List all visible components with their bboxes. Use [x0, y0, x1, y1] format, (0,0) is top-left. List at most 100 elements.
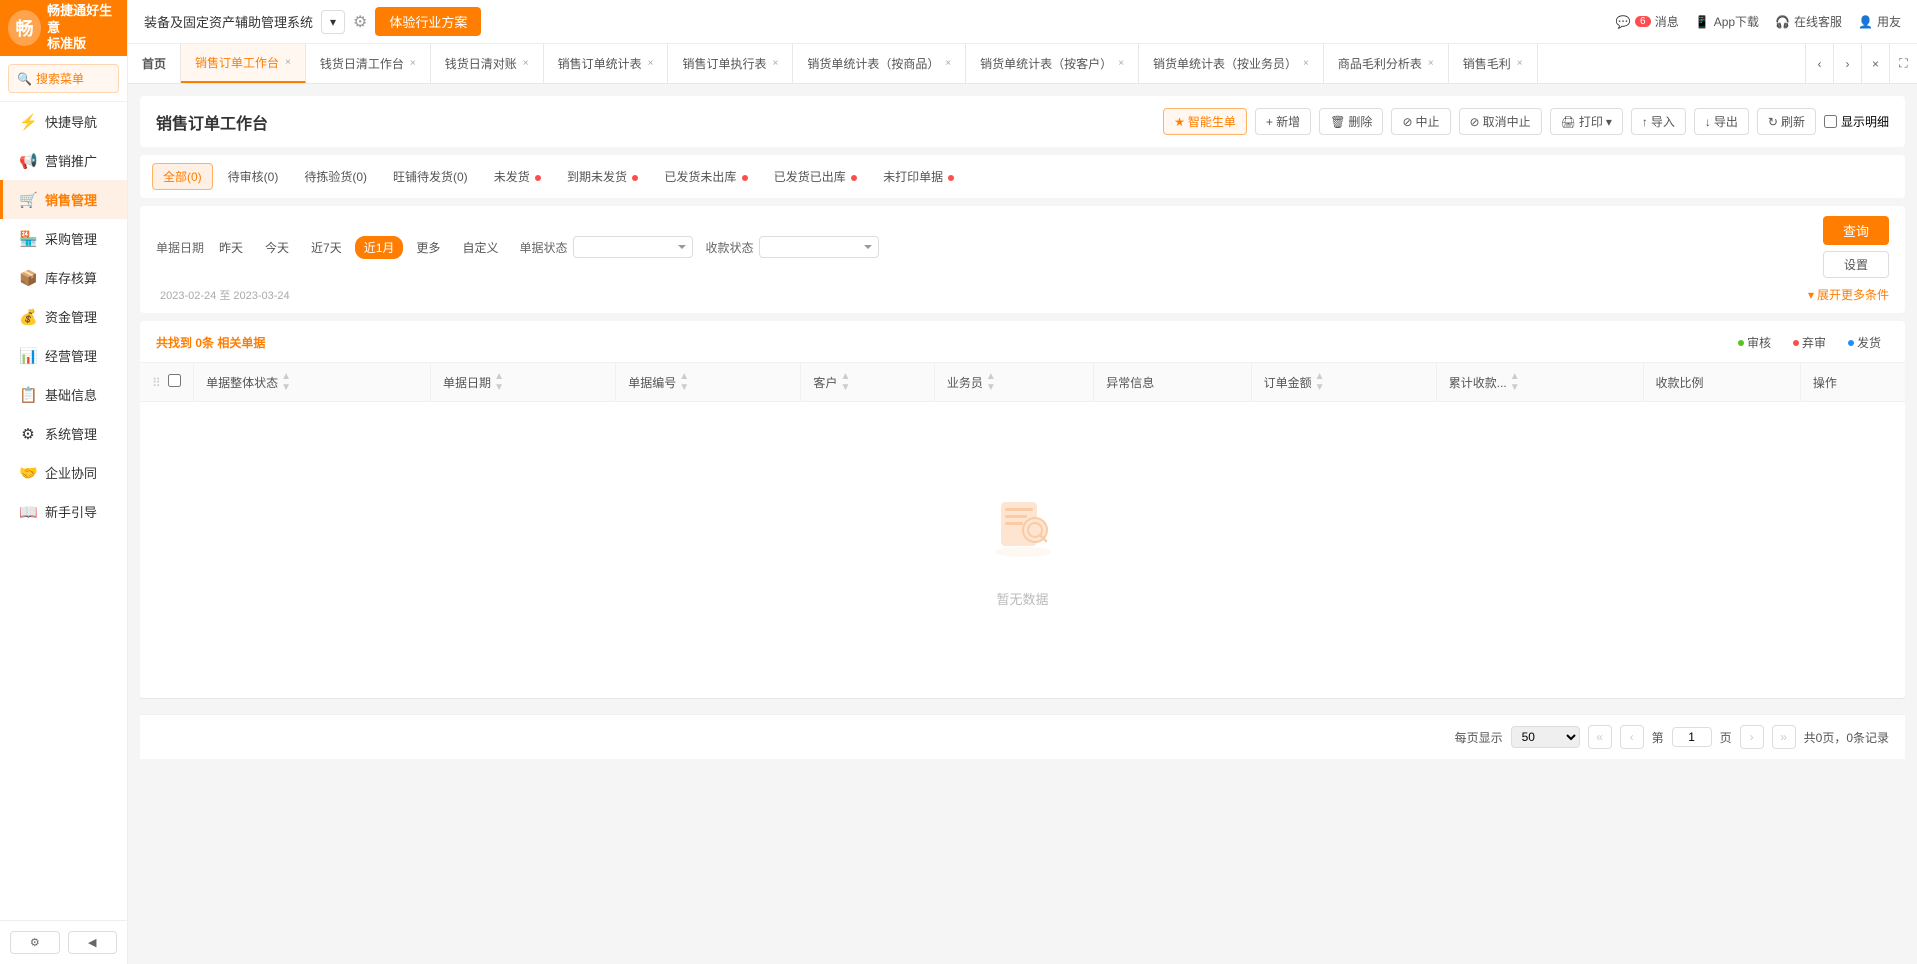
sidebar-item-finance[interactable]: 💰 资金管理 [0, 297, 127, 336]
system-dropdown[interactable]: ▾ [321, 10, 345, 34]
per-page-select[interactable]: 50 20 100 [1511, 726, 1580, 748]
sort-cumulative-button[interactable]: 累计收款... ▲▼ [1449, 371, 1631, 393]
cancel-stop-icon: ⊘ [1470, 115, 1480, 129]
online-service-button[interactable]: 🎧 在线客服 [1775, 13, 1842, 30]
tab-close-icon[interactable]: × [1118, 58, 1124, 69]
tab-profit-stats[interactable]: 商品毛利分析表 × [1324, 44, 1449, 83]
date-btn-1month[interactable]: 近1月 [355, 236, 404, 259]
tabs-scroll-right-button[interactable]: › [1833, 44, 1861, 84]
date-btn-more[interactable]: 更多 [407, 236, 449, 259]
date-btn-today[interactable]: 今天 [256, 236, 298, 259]
sort-number-button[interactable]: 单据编号 ▲▼ [628, 371, 788, 393]
page-number-input[interactable] [1672, 727, 1712, 747]
subtab-wangpu-ship[interactable]: 旺铺待发货(0) [382, 163, 479, 190]
add-button[interactable]: + 新增 [1255, 108, 1311, 135]
tab-money-goods[interactable]: 钱货日清工作台 × [306, 44, 431, 83]
date-btn-custom[interactable]: 自定义 [453, 236, 507, 259]
show-detail-checkbox[interactable] [1824, 115, 1837, 128]
subtab-not-shipped[interactable]: 未发货 [483, 163, 552, 190]
tab-close-icon[interactable]: × [648, 58, 654, 69]
sort-staff-button[interactable]: 业务员 ▲▼ [947, 371, 1081, 393]
cancel-stop-button[interactable]: ⊘ 取消中止 [1459, 108, 1542, 135]
sort-date-button[interactable]: 单据日期 ▲▼ [443, 371, 603, 393]
next-page-button[interactable]: › [1740, 725, 1764, 749]
last-page-button[interactable]: » [1772, 725, 1796, 749]
app-download-button[interactable]: 📱 App下载 [1695, 13, 1759, 30]
date-btn-yesterday[interactable]: 昨天 [210, 236, 252, 259]
sidebar-item-marketing[interactable]: 📢 营销推广 [0, 141, 127, 180]
tab-sales-stats[interactable]: 销售订单统计表 × [544, 44, 669, 83]
ship-batch-button[interactable]: 发货 [1840, 331, 1889, 354]
sub-tabs-bar: 全部(0) 待审核(0) 待拣验货(0) 旺铺待发货(0) 未发货 到期未发货 … [140, 155, 1905, 198]
tab-customer-stats[interactable]: 销货单统计表（按客户） × [966, 44, 1139, 83]
export-button[interactable]: ↓ 导出 [1694, 108, 1749, 135]
date-btn-7days[interactable]: 近7天 [302, 236, 351, 259]
smart-create-button[interactable]: ★ 智能生单 [1163, 108, 1247, 135]
stop-button[interactable]: ⊘ 中止 [1391, 108, 1450, 135]
search-menu-button[interactable]: 🔍 搜索菜单 [8, 64, 119, 93]
sort-customer-button[interactable]: 客户 ▲▼ [813, 371, 921, 393]
query-button[interactable]: 查询 [1823, 216, 1889, 245]
tab-close-icon[interactable]: × [772, 58, 778, 69]
first-page-button[interactable]: « [1588, 725, 1612, 749]
tabs-close-current-button[interactable]: × [1861, 44, 1889, 84]
show-detail-label[interactable]: 显示明细 [1824, 113, 1889, 130]
tab-close-icon[interactable]: × [285, 57, 291, 68]
sidebar: 畅 畅捷通好生意 标准版 🔍 搜索菜单 ⚡ 快捷导航 📢 营销推广 🛒 销售管理… [0, 0, 128, 964]
sidebar-item-label: 资金管理 [45, 307, 97, 326]
tab-close-icon[interactable]: × [523, 58, 529, 69]
gear-icon[interactable]: ⚙ [353, 12, 367, 32]
message-button[interactable]: 💬 6 消息 [1616, 13, 1679, 30]
refresh-button[interactable]: ↻ 刷新 [1757, 108, 1816, 135]
tab-close-icon[interactable]: × [945, 58, 951, 69]
subtab-pending-review[interactable]: 待审核(0) [217, 163, 290, 190]
tabs-scroll-left-button[interactable]: ‹ [1805, 44, 1833, 84]
tab-sales-exec[interactable]: 销售订单执行表 × [668, 44, 793, 83]
sidebar-item-quick-nav[interactable]: ⚡ 快捷导航 [0, 102, 127, 141]
sort-status-button[interactable]: 单据整体状态 ▲▼ [206, 371, 418, 393]
select-all-checkbox[interactable] [168, 374, 181, 387]
subtab-all[interactable]: 全部(0) [152, 163, 213, 190]
subtab-shipped-not-out[interactable]: 已发货未出库 [653, 163, 758, 190]
sidebar-item-enterprise[interactable]: 🤝 企业协同 [0, 453, 127, 492]
sidebar-item-system[interactable]: ⚙ 系统管理 [0, 414, 127, 453]
industry-solution-button[interactable]: 体验行业方案 [375, 7, 481, 36]
print-button[interactable]: 🖨 打印 ▾ [1550, 108, 1623, 135]
tab-close-icon[interactable]: × [410, 58, 416, 69]
horizontal-scrollbar[interactable] [140, 698, 1905, 710]
sidebar-item-operations[interactable]: 📊 经营管理 [0, 336, 127, 375]
subtab-pending-pick[interactable]: 待拣验货(0) [293, 163, 378, 190]
delete-button[interactable]: 🗑 删除 [1319, 108, 1383, 135]
sidebar-item-purchase[interactable]: 🏪 采购管理 [0, 219, 127, 258]
payment-filter-select[interactable] [759, 236, 879, 258]
tab-sales-profit[interactable]: 销售毛利 × [1449, 44, 1538, 83]
prev-page-button[interactable]: ‹ [1620, 725, 1644, 749]
tab-close-icon[interactable]: × [1428, 58, 1434, 69]
settings-button[interactable]: ⚙ [10, 931, 60, 954]
status-filter-select[interactable] [573, 236, 693, 258]
setting-button[interactable]: 设置 [1823, 251, 1889, 278]
import-button[interactable]: ↑ 导入 [1631, 108, 1686, 135]
tab-sales-workbench[interactable]: 销售订单工作台 × [181, 44, 306, 83]
sidebar-item-sales[interactable]: 🛒 销售管理 [0, 180, 127, 219]
collapse-button[interactable]: ◀ [68, 931, 118, 954]
user-menu-button[interactable]: 👤 用友 [1858, 13, 1901, 30]
tab-home[interactable]: 首页 [128, 44, 181, 83]
review-batch-button[interactable]: 审核 [1730, 331, 1779, 354]
sidebar-item-base[interactable]: 📋 基础信息 [0, 375, 127, 414]
tab-close-icon[interactable]: × [1303, 58, 1309, 69]
tab-goods-stats[interactable]: 销货单统计表（按商品） × [793, 44, 966, 83]
sidebar-item-inventory[interactable]: 📦 库存核算 [0, 258, 127, 297]
tab-reconcile[interactable]: 钱货日清对账 × [431, 44, 544, 83]
sidebar-item-guide[interactable]: 📖 新手引导 [0, 492, 127, 531]
tab-close-icon[interactable]: × [1517, 58, 1523, 69]
base-icon: 📋 [19, 386, 37, 404]
subtab-expired-not-shipped[interactable]: 到期未发货 [556, 163, 649, 190]
sort-amount-button[interactable]: 订单金额 ▲▼ [1264, 371, 1424, 393]
subtab-not-printed[interactable]: 未打印单据 [872, 163, 965, 190]
tabs-fullscreen-button[interactable]: ⛶ [1889, 44, 1917, 84]
cancel-batch-button[interactable]: 弃审 [1785, 331, 1834, 354]
tab-staff-stats[interactable]: 销货单统计表（按业务员） × [1139, 44, 1324, 83]
expand-filter-button[interactable]: ▾ 展开更多条件 [1808, 286, 1889, 303]
subtab-shipped-out[interactable]: 已发货已出库 [763, 163, 868, 190]
